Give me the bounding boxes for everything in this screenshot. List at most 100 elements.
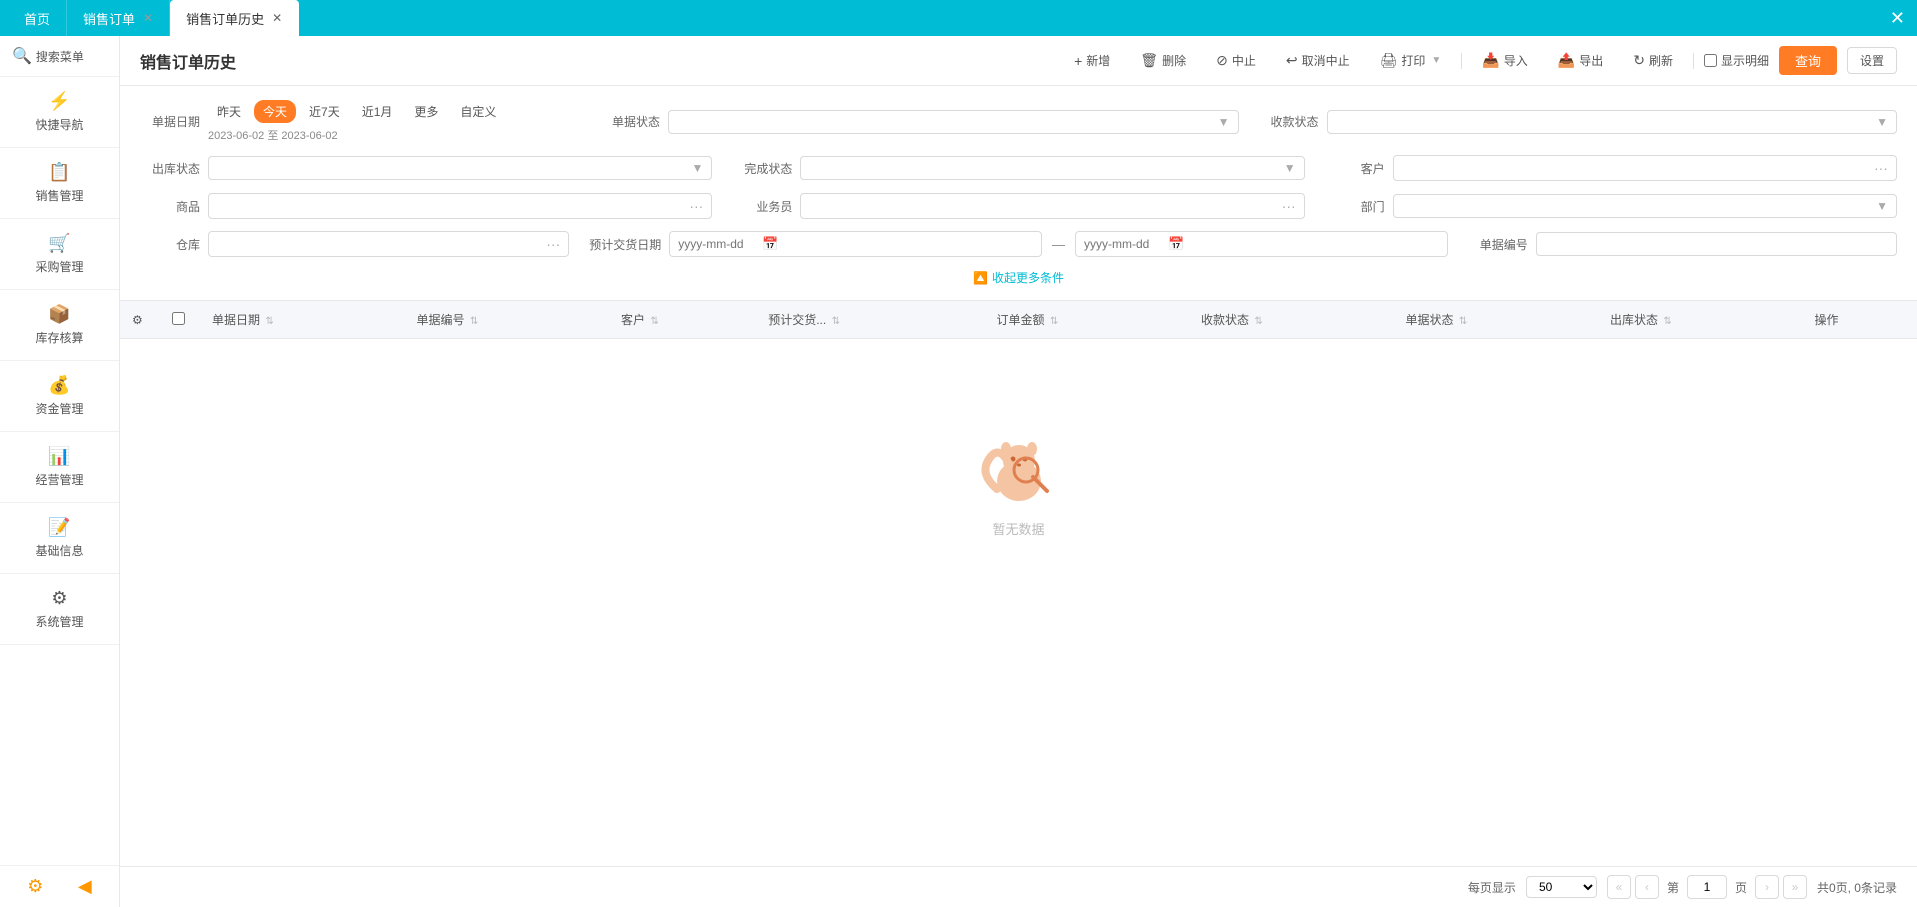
tab-sales-order-close[interactable]: ✕ xyxy=(143,11,153,25)
collapse-sidebar-icon[interactable]: ◀ xyxy=(78,876,92,897)
date-from-input[interactable] xyxy=(678,237,758,251)
table-header-row: ⚙ 单据日期 ⇅ 单据编号 ⇅ xyxy=(120,301,1917,339)
refresh-button[interactable]: ↻ 刷新 xyxy=(1623,48,1683,73)
page-number-input[interactable] xyxy=(1687,875,1727,899)
tab-sales-order-history-label: 销售订单历史 xyxy=(186,9,264,28)
content-area: 销售订单历史 + 新增 🗑 删除 ⊘ 中止 ↩ 取消中止 xyxy=(120,36,1917,907)
th-gear[interactable]: ⚙ xyxy=(120,301,160,339)
date-tab-more[interactable]: 更多 xyxy=(405,100,447,123)
tab-sales-order-history-close[interactable]: ✕ xyxy=(272,11,282,25)
customer-ellipsis[interactable]: ··· xyxy=(1874,160,1888,176)
query-button[interactable]: 查询 xyxy=(1779,46,1837,75)
filter-out-status: 出库状态 ▼ xyxy=(140,156,712,180)
th-order-no[interactable]: 单据编号 ⇅ xyxy=(404,301,608,339)
filter-row-4: 仓库 ··· 预计交货日期 📅 — xyxy=(140,231,1897,257)
filter-department: 部门 ▼ xyxy=(1325,194,1897,218)
display-details-checkbox[interactable]: 显示明细 xyxy=(1704,52,1769,69)
tab-home[interactable]: 首页 xyxy=(8,0,67,36)
sidebar-item-sales-mgmt[interactable]: 📋 销售管理 xyxy=(0,148,119,219)
table-body: 暂无数据 xyxy=(120,339,1917,619)
out-status-dropdown-icon[interactable]: ▼ xyxy=(691,161,703,175)
cancel-stop-label: 取消中止 xyxy=(1302,52,1350,69)
date-tab-custom[interactable]: 自定义 xyxy=(451,100,505,123)
order-status-dropdown-icon[interactable]: ▼ xyxy=(1218,115,1230,129)
filter-product: 商品 ··· xyxy=(140,193,712,219)
calendar-to-icon[interactable]: 📅 xyxy=(1168,236,1184,252)
sidebar-item-purchase-mgmt[interactable]: 🛒 采购管理 xyxy=(0,219,119,290)
display-details-input[interactable] xyxy=(1704,54,1717,67)
salesperson-ellipsis[interactable]: ··· xyxy=(1282,198,1296,214)
th-amount[interactable]: 订单金额 ⇅ xyxy=(985,301,1189,339)
sidebar: 🔍 搜索菜单 ⚡ 快捷导航 📋 销售管理 🛒 采购管理 📦 库存核算 💰 资金管… xyxy=(0,36,120,907)
sidebar-item-quick-nav-label: 快捷导航 xyxy=(35,116,83,133)
th-payment-status[interactable]: 收款状态 ⇅ xyxy=(1189,301,1393,339)
refresh-icon: ↻ xyxy=(1633,52,1645,69)
add-icon: + xyxy=(1074,53,1082,69)
th-payment-status-sort-icon: ⇅ xyxy=(1254,316,1262,327)
sidebar-item-finance[interactable]: 💰 资金管理 xyxy=(0,361,119,432)
first-page-button[interactable]: « xyxy=(1607,875,1631,899)
search-icon: 🔍 xyxy=(12,46,32,66)
gear-column-icon[interactable]: ⚙ xyxy=(132,313,143,327)
payment-status-dropdown-icon[interactable]: ▼ xyxy=(1876,115,1888,129)
th-expected-delivery-label: 预计交货... xyxy=(768,313,826,327)
import-button[interactable]: 📥 导入 xyxy=(1472,48,1537,73)
date-to-input[interactable] xyxy=(1084,237,1164,251)
complete-status-dropdown-icon[interactable]: ▼ xyxy=(1284,161,1296,175)
tab-sales-order[interactable]: 销售订单 ✕ xyxy=(67,0,170,36)
th-payment-status-label: 收款状态 xyxy=(1201,313,1249,327)
date-tab-today[interactable]: 今天 xyxy=(254,100,296,123)
th-expected-delivery[interactable]: 预计交货... ⇅ xyxy=(756,301,984,339)
print-button[interactable]: 🖨 打印 ▼ xyxy=(1370,48,1452,73)
stop-button[interactable]: ⊘ 中止 xyxy=(1206,48,1266,73)
tab-sales-order-history[interactable]: 销售订单历史 ✕ xyxy=(170,0,299,36)
delete-button[interactable]: 🗑 删除 xyxy=(1130,48,1196,73)
customer-label: 客户 xyxy=(1325,160,1385,177)
select-all-checkbox[interactable] xyxy=(172,312,185,325)
export-button[interactable]: 📤 导出 xyxy=(1548,48,1613,73)
th-checkbox[interactable] xyxy=(160,301,200,339)
last-page-button[interactable]: » xyxy=(1783,875,1807,899)
page-number-label: 第 xyxy=(1667,879,1679,896)
product-ellipsis[interactable]: ··· xyxy=(689,198,703,214)
basic-info-icon: 📝 xyxy=(48,517,70,538)
date-tab-yesterday[interactable]: 昨天 xyxy=(208,100,250,123)
calendar-from-icon[interactable]: 📅 xyxy=(762,236,778,252)
warehouse-ellipsis[interactable]: ··· xyxy=(546,236,560,252)
add-button[interactable]: + 新增 xyxy=(1064,48,1120,73)
page-size-select[interactable]: 50 100 200 xyxy=(1526,876,1597,898)
sidebar-item-operations[interactable]: 📊 经营管理 xyxy=(0,432,119,503)
top-bar: 首页 销售订单 ✕ 销售订单历史 ✕ ✕ xyxy=(0,0,1917,36)
window-close-icon[interactable]: ✕ xyxy=(1886,4,1909,33)
filter-salesperson: 业务员 ··· xyxy=(732,193,1304,219)
refresh-label: 刷新 xyxy=(1649,52,1673,69)
cancel-stop-button[interactable]: ↩ 取消中止 xyxy=(1276,48,1360,73)
sidebar-item-basic-info[interactable]: 📝 基础信息 xyxy=(0,503,119,574)
filter-area: 单据日期 昨天 今天 近7天 近1月 更多 自定义 2023-06-02 至 2… xyxy=(120,86,1917,301)
sidebar-item-inventory[interactable]: 📦 库存核算 xyxy=(0,290,119,361)
date-tab-last7[interactable]: 近7天 xyxy=(300,100,349,123)
th-customer[interactable]: 客户 ⇅ xyxy=(609,301,756,339)
filter-row-2: 出库状态 ▼ 完成状态 ▼ 客户 xyxy=(140,155,1897,181)
settings-button[interactable]: 设置 xyxy=(1847,47,1897,74)
sidebar-item-inventory-label: 库存核算 xyxy=(35,329,83,346)
department-dropdown-icon[interactable]: ▼ xyxy=(1876,199,1888,213)
date-range-text: 2023-06-02 至 2023-06-02 xyxy=(208,127,505,143)
prev-page-button[interactable]: ‹ xyxy=(1635,875,1659,899)
collapse-more-btn[interactable]: 🔼 收起更多条件 xyxy=(140,269,1897,286)
order-no-input[interactable] xyxy=(1545,237,1888,251)
th-out-status[interactable]: 出库状态 ⇅ xyxy=(1598,301,1802,339)
th-date[interactable]: 单据日期 ⇅ xyxy=(200,301,404,339)
next-page-button[interactable]: › xyxy=(1755,875,1779,899)
main-layout: 🔍 搜索菜单 ⚡ 快捷导航 📋 销售管理 🛒 采购管理 📦 库存核算 💰 资金管… xyxy=(0,36,1917,907)
purchase-mgmt-icon: 🛒 xyxy=(48,233,70,254)
sidebar-item-system-mgmt[interactable]: ⚙ 系统管理 xyxy=(0,574,119,645)
cancel-stop-icon: ↩ xyxy=(1286,52,1298,69)
date-tab-last1month[interactable]: 近1月 xyxy=(353,100,402,123)
th-order-status[interactable]: 单据状态 ⇅ xyxy=(1394,301,1598,339)
sidebar-search[interactable]: 🔍 搜索菜单 xyxy=(0,36,119,77)
inventory-icon: 📦 xyxy=(48,304,70,325)
page-header: 销售订单历史 + 新增 🗑 删除 ⊘ 中止 ↩ 取消中止 xyxy=(120,36,1917,86)
settings-bottom-icon[interactable]: ⚙ xyxy=(27,876,43,897)
sidebar-item-quick-nav[interactable]: ⚡ 快捷导航 xyxy=(0,77,119,148)
